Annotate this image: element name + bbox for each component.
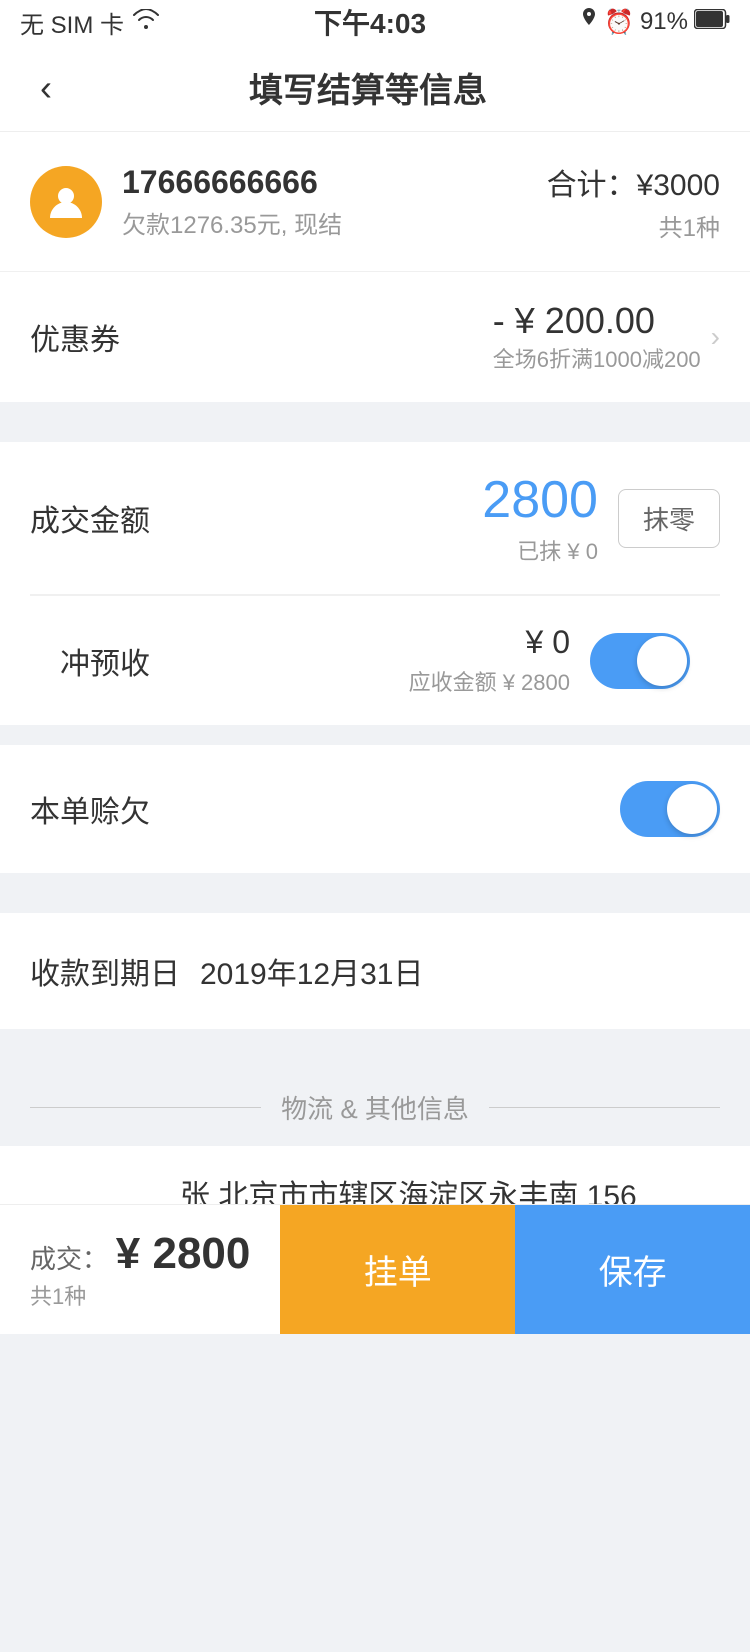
sim-text: 无 SIM 卡 <box>20 5 124 40</box>
coupon-row[interactable]: 优惠券 - ¥ 200.00 全场6折满1000减200 › <box>0 271 750 402</box>
hang-button[interactable]: 挂单 <box>280 1205 515 1334</box>
customer-phone: 17666666666 <box>122 164 342 201</box>
customer-sub-info: 欠款1276.35元, 现结 <box>122 205 342 240</box>
due-date-row: 收款到期日 2019年12月31日 <box>0 913 750 1029</box>
debt-toggle-knob <box>667 784 717 834</box>
debt-card: 本单赊欠 <box>0 745 750 873</box>
content-area: 17666666666 欠款1276.35元, 现结 合计：¥3000 共1种 … <box>0 132 750 1652</box>
battery-percent: 91% <box>640 8 688 36</box>
divider-line-left <box>30 1107 261 1108</box>
total-count: 共1种 <box>547 208 720 243</box>
bottom-deal-amount: ¥ 2800 <box>116 1229 251 1278</box>
due-date-label: 收款到期日 <box>30 949 180 993</box>
customer-row: 17666666666 欠款1276.35元, 现结 合计：¥3000 共1种 <box>0 132 750 271</box>
location-icon <box>580 8 598 37</box>
bottom-bar: 成交： ¥ 2800 共1种 挂单 保存 <box>0 1204 750 1334</box>
nav-bar: ‹ 填写结算等信息 <box>0 44 750 132</box>
coupon-chevron-icon: › <box>711 321 720 353</box>
deal-amount-value: 2800 <box>482 470 598 530</box>
bottom-deal-label: 成交： <box>30 1244 108 1274</box>
section-gap-2 <box>0 725 750 745</box>
logistics-label: 物流 & 其他信息 <box>281 1089 469 1126</box>
coupon-discount: - ¥ 200.00 <box>493 300 701 342</box>
total-amount: 合计：¥3000 <box>547 160 720 204</box>
status-left: 无 SIM 卡 <box>20 5 160 40</box>
due-date-value: 2019年12月31日 <box>200 949 423 993</box>
page-title: 填写结算等信息 <box>62 63 674 112</box>
amount-section: 成交金额 2800 已抹 ¥ 0 抹零 冲预收 ¥ 0 应收金额 ¥ 2800 <box>0 442 750 725</box>
bottom-spacer <box>0 1312 750 1512</box>
debt-label: 本单赊欠 <box>30 787 150 831</box>
deal-amount-label: 成交金额 <box>30 496 150 540</box>
divider-line-right <box>489 1107 720 1108</box>
section-gap-3 <box>0 893 750 913</box>
logistics-divider: 物流 & 其他信息 <box>0 1069 750 1146</box>
prepay-amount: ¥ 0 <box>409 624 570 661</box>
status-right: ⏰ 91% <box>580 8 730 37</box>
battery-icon <box>694 8 730 36</box>
customer-card: 17666666666 欠款1276.35元, 现结 合计：¥3000 共1种 … <box>0 132 750 402</box>
customer-right: 合计：¥3000 共1种 <box>547 160 720 243</box>
back-button[interactable]: ‹ <box>30 57 62 119</box>
debt-toggle[interactable] <box>620 781 720 837</box>
debt-row: 本单赊欠 <box>0 745 750 873</box>
round-zero-button[interactable]: 抹零 <box>618 489 720 548</box>
due-date-card: 收款到期日 2019年12月31日 <box>0 913 750 1029</box>
prepay-label: 冲预收 <box>60 639 150 683</box>
avatar <box>30 166 102 238</box>
toggle-knob <box>637 636 687 686</box>
deal-amount-row: 成交金额 2800 已抹 ¥ 0 抹零 <box>30 442 720 595</box>
section-gap-1 <box>0 422 750 442</box>
wifi-icon <box>132 8 160 36</box>
prepay-toggle[interactable] <box>590 633 690 689</box>
status-bar: 无 SIM 卡 下午4:03 ⏰ 91% <box>0 0 750 44</box>
coupon-desc: 全场6折满1000减200 <box>493 342 701 374</box>
prepay-row: 冲预收 ¥ 0 应收金额 ¥ 2800 <box>30 595 720 725</box>
coupon-label: 优惠券 <box>30 315 120 359</box>
bottom-summary: 成交： ¥ 2800 共1种 <box>0 1205 280 1334</box>
bottom-deal-count: 共1种 <box>30 1279 250 1311</box>
section-gap-4 <box>0 1049 750 1069</box>
alarm-icon: ⏰ <box>604 8 634 37</box>
deal-amount-sub: 已抹 ¥ 0 <box>482 534 598 566</box>
prepay-sub: 应收金额 ¥ 2800 <box>409 665 570 697</box>
save-button[interactable]: 保存 <box>515 1205 750 1334</box>
status-time: 下午4:03 <box>314 2 426 42</box>
